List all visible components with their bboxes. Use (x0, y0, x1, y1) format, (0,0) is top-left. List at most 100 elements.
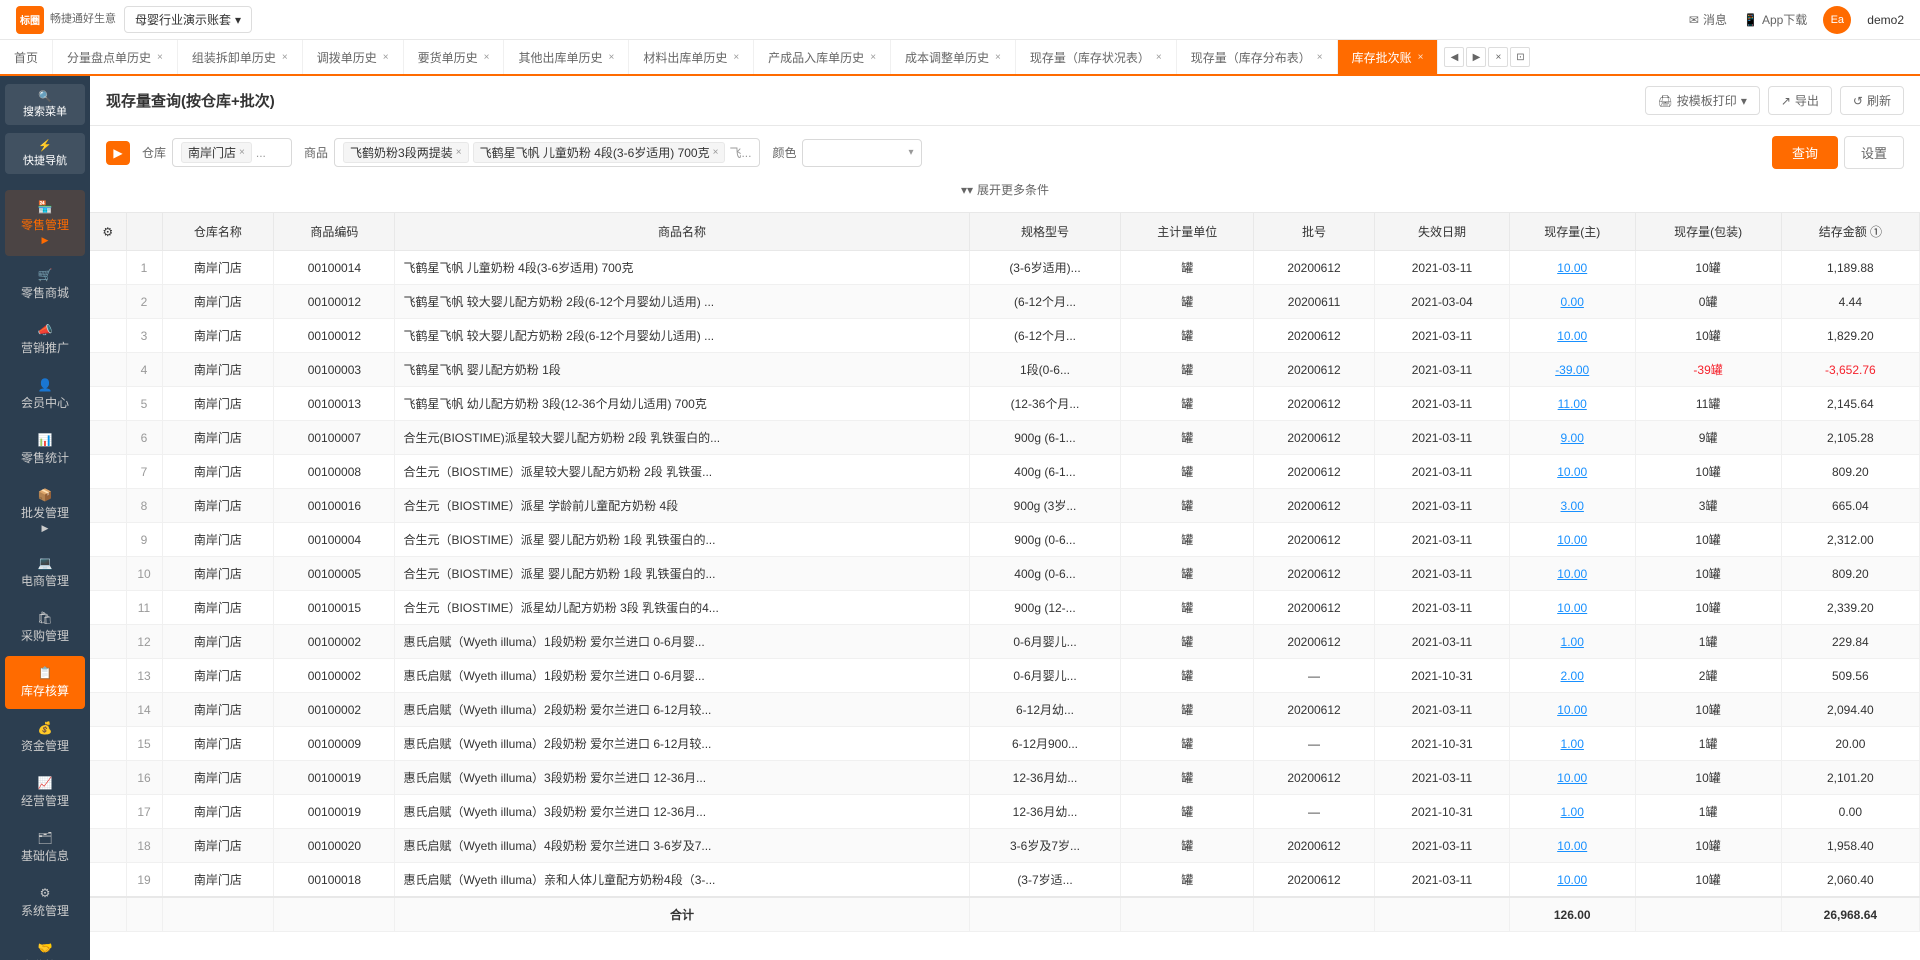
sidebar-item-批发管理[interactable]: 📦 批发管理 ▶ (5, 478, 85, 544)
td-no: 15 (126, 727, 162, 761)
td-expire: 2021-03-11 (1375, 761, 1510, 795)
tab-close-icon[interactable]: × (157, 52, 163, 63)
td-stock-main[interactable]: 10.00 (1509, 523, 1635, 557)
app-download-btn[interactable]: 📱 App下载 (1743, 11, 1807, 28)
nav-maximize-icon[interactable]: ⊡ (1510, 47, 1530, 67)
td-stock-main[interactable]: 2.00 (1509, 659, 1635, 693)
th-batch: 批号 (1253, 213, 1374, 251)
tab-材料出库单历史[interactable]: 材料出库单历史 × (629, 40, 754, 75)
th-stock-pkg: 现存量(包装) (1635, 213, 1781, 251)
tab-其他出库单历史[interactable]: 其他出库单历史 × (504, 40, 629, 75)
tab-产成品入库单历史[interactable]: 产成品入库单历史 × (754, 40, 891, 75)
sidebar-item-零售管理[interactable]: 🏪 零售管理 ▶ (5, 190, 85, 256)
color-filter-input[interactable]: ▾ (802, 139, 922, 167)
message-btn[interactable]: ✉ 消息 (1689, 11, 1727, 28)
template-print-btn[interactable]: 🖨 按模板打印 ▾ (1645, 86, 1760, 115)
tab-库存批次账[interactable]: 库存批次账 × (1338, 40, 1439, 75)
td-stock-main[interactable]: 10.00 (1509, 591, 1635, 625)
td-balance: 0.00 (1781, 795, 1919, 829)
arrow-icon: ▶ (42, 523, 49, 534)
td-stock-main[interactable]: -39.00 (1509, 353, 1635, 387)
sidebar-item-电商管理[interactable]: 💻 电商管理 (5, 546, 85, 599)
sidebar-item-系统管理[interactable]: ⚙ 系统管理 (5, 876, 85, 929)
tab-调拨单历史[interactable]: 调拨单历史 × (303, 40, 404, 75)
user-avatar[interactable]: Ea (1823, 6, 1851, 34)
sidebar-item-库存核算[interactable]: 📋 库存核算 (5, 656, 85, 709)
td-spec: 0-6月婴儿... (969, 625, 1121, 659)
tab-分量盘点单历史[interactable]: 分量盘点单历史 × (53, 40, 178, 75)
sidebar-item-资金管理[interactable]: 💰 资金管理 (5, 711, 85, 764)
td-batch: 20200612 (1253, 693, 1374, 727)
product-tag-text: 飞鹤奶粉3段两提装 (350, 144, 453, 161)
td-stock-main[interactable]: 1.00 (1509, 625, 1635, 659)
settings-btn[interactable]: 设置 (1844, 136, 1904, 169)
product-tag-close-2[interactable]: × (713, 147, 719, 158)
sidebar-item-经营管理[interactable]: 📈 经营管理 (5, 766, 85, 819)
td-batch: — (1253, 659, 1374, 693)
td-stock-main[interactable]: 11.00 (1509, 387, 1635, 421)
nav-close-all-icon[interactable]: × (1488, 47, 1508, 67)
sidebar-item-企业协同[interactable]: 🤝 企业协同 (5, 931, 85, 960)
total-row: 合计 126.00 26,968.64 (90, 897, 1920, 932)
warehouse-tag-close[interactable]: × (239, 147, 245, 158)
td-warehouse: 南岸门店 (162, 659, 274, 693)
td-stock-main[interactable]: 0.00 (1509, 285, 1635, 319)
tab-close-icon[interactable]: × (733, 52, 739, 63)
tab-要货单历史[interactable]: 要货单历史 × (404, 40, 505, 75)
product-tag-close-1[interactable]: × (456, 147, 462, 158)
tab-close-icon[interactable]: × (282, 52, 288, 63)
td-stock-main[interactable]: 10.00 (1509, 251, 1635, 285)
td-stock-main[interactable]: 9.00 (1509, 421, 1635, 455)
th-settings[interactable]: ⚙ (90, 213, 126, 251)
td-stock-main[interactable]: 1.00 (1509, 795, 1635, 829)
td-spec: 3-6岁及7岁... (969, 829, 1121, 863)
expand-more-btn[interactable]: ▾▾ 展开更多条件 (106, 177, 1904, 202)
table-row: 5 南岸门店 00100013 飞鹤星飞帆 幼儿配方奶粉 3段(12-36个月幼… (90, 387, 1920, 421)
tab-close-icon[interactable]: × (1418, 52, 1424, 63)
td-stock-main[interactable]: 10.00 (1509, 693, 1635, 727)
td-stock-main[interactable]: 10.00 (1509, 829, 1635, 863)
tab-组装拆卸单历史[interactable]: 组装拆卸单历史 × (178, 40, 303, 75)
td-name: 合生元（BIOSTIME）派星较大婴儿配方奶粉 2段 乳铁蛋... (395, 455, 969, 489)
tab-close-icon[interactable]: × (1156, 52, 1162, 63)
tab-close-icon[interactable]: × (870, 52, 876, 63)
td-unit: 罐 (1121, 319, 1253, 353)
filter-toggle-btn[interactable]: ▶ (106, 141, 130, 165)
td-code: 00100002 (274, 693, 395, 727)
sidebar-item-营销推广[interactable]: 📣 营销推广 (5, 313, 85, 366)
td-unit: 罐 (1121, 455, 1253, 489)
td-stock-main[interactable]: 3.00 (1509, 489, 1635, 523)
tab-close-icon[interactable]: × (608, 52, 614, 63)
tab-close-icon[interactable]: × (1317, 52, 1323, 63)
logo-text-label: 畅捷通好生意 (50, 13, 116, 25)
sidebar-item-采购管理[interactable]: 🛍 采购管理 (5, 601, 85, 654)
tab-home[interactable]: 首页 (0, 40, 53, 75)
td-stock-main[interactable]: 10.00 (1509, 319, 1635, 353)
tab-close-icon[interactable]: × (383, 52, 389, 63)
nav-next-icon[interactable]: ▶ (1466, 47, 1486, 67)
refresh-btn[interactable]: ↺ 刷新 (1840, 86, 1904, 115)
sidebar-quicknav[interactable]: ⚡ 快捷导航 (5, 133, 85, 174)
nav-prev-icon[interactable]: ◀ (1444, 47, 1464, 67)
sidebar-item-基础信息[interactable]: 🗂 基础信息 (5, 821, 85, 874)
td-stock-main[interactable]: 10.00 (1509, 455, 1635, 489)
td-stock-main[interactable]: 10.00 (1509, 557, 1635, 591)
industry-select[interactable]: 母婴行业演示账套 ▾ (124, 6, 252, 33)
td-stock-main[interactable]: 10.00 (1509, 863, 1635, 898)
td-batch: 20200612 (1253, 863, 1374, 898)
warehouse-filter-input[interactable]: 南岸门店 × ... (172, 138, 292, 167)
tab-现存量库存状况表[interactable]: 现存量（库存状况表） × (1016, 40, 1177, 75)
tab-现存量库存分布表[interactable]: 现存量（库存分布表） × (1177, 40, 1338, 75)
export-btn[interactable]: ↗ 导出 (1768, 86, 1832, 115)
tab-close-icon[interactable]: × (995, 52, 1001, 63)
sidebar-search[interactable]: 🔍 搜索菜单 (5, 84, 85, 125)
query-btn[interactable]: 查询 (1772, 136, 1838, 169)
tab-成本调整单历史[interactable]: 成本调整单历史 × (891, 40, 1016, 75)
sidebar-item-零售统计[interactable]: 📊 零售统计 (5, 423, 85, 476)
tab-close-icon[interactable]: × (484, 52, 490, 63)
sidebar-item-零售商城[interactable]: 🛒 零售商城 (5, 258, 85, 311)
td-stock-main[interactable]: 1.00 (1509, 727, 1635, 761)
td-stock-main[interactable]: 10.00 (1509, 761, 1635, 795)
sidebar-item-会员中心[interactable]: 👤 会员中心 (5, 368, 85, 421)
product-filter-input[interactable]: 飞鹤奶粉3段两提装 × 飞鹤星飞帆 儿童奶粉 4段(3-6岁适用) 700克 ×… (334, 138, 760, 167)
